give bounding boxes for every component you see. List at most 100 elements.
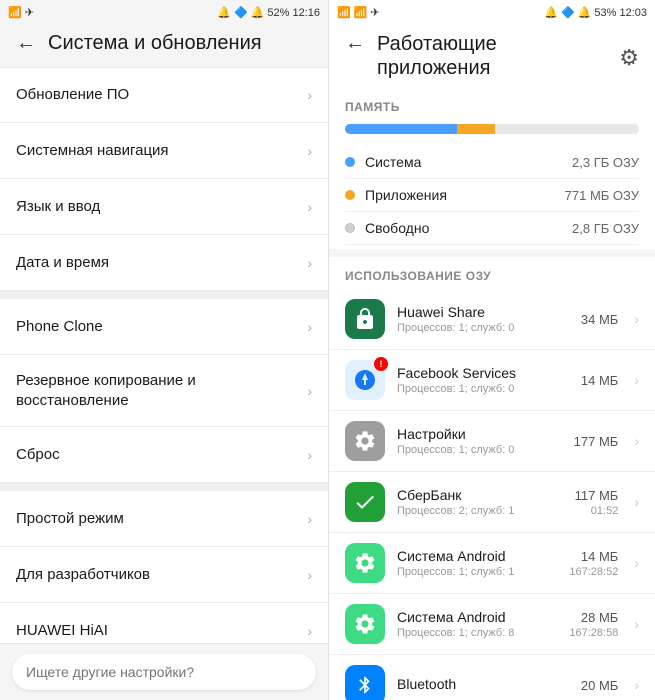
menu-item-simple-label: Простой режим [16, 509, 124, 529]
app-icon-bluetooth [345, 665, 385, 700]
chevron-icon: › [307, 623, 312, 639]
menu-item-backup-label: Резервное копирование и восстановление [16, 371, 307, 410]
menu-item-dev-label: Для разработчиков [16, 565, 150, 585]
app-name-sber: СберБанк [397, 487, 563, 503]
menu-item-nav[interactable]: Системная навигация › [0, 123, 328, 179]
chevron-icon: › [307, 319, 312, 335]
memory-legend-apps: Приложения 771 МБ ОЗУ [345, 179, 639, 212]
right-status-right: 🔔 🔷 🔔 53% 12:03 [544, 6, 647, 19]
memory-free-value: 2,8 ГБ ОЗУ [572, 221, 639, 236]
memory-legend-free: Свободно 2,8 ГБ ОЗУ [345, 212, 639, 245]
app-size-bluetooth: 20 МБ [581, 678, 618, 693]
icon-wrapper-bluetooth [345, 665, 385, 700]
section-divider [329, 249, 655, 257]
menu-item-simple[interactable]: Простой режим › [0, 491, 328, 547]
app-sub-android2: Процессов: 1; служб: 8 [397, 627, 557, 639]
airplane-icon: ✈ [25, 6, 34, 19]
app-sub-huawei-share: Процессов: 1; служб: 0 [397, 322, 569, 334]
icon-wrapper-settings [345, 421, 385, 461]
menu-gap [0, 291, 328, 299]
chevron-icon: › [307, 383, 312, 399]
app-info-android2: Система Android Процессов: 1; служб: 8 [397, 609, 557, 639]
app-info-sber: СберБанк Процессов: 2; служб: 1 [397, 487, 563, 517]
app-icon-android1 [345, 543, 385, 583]
app-time-android2: 167:28:58 [569, 627, 618, 639]
right-status-icons: 📶 📶 ✈ [337, 6, 380, 19]
icon-wrapper-android2 [345, 604, 385, 644]
chevron-icon: › [307, 511, 312, 527]
app-icon-settings [345, 421, 385, 461]
menu-item-dev[interactable]: Для разработчиков › [0, 547, 328, 603]
app-chevron-settings: › [634, 433, 639, 449]
app-chevron-facebook: › [634, 372, 639, 388]
memory-bar [345, 124, 639, 134]
alarm-icon: 🔔 [217, 6, 231, 19]
app-size-facebook: 14 МБ [581, 373, 618, 388]
right-back-button[interactable]: ← [345, 32, 365, 55]
app-item-facebook[interactable]: ! Facebook Services Процессов: 1; служб:… [329, 350, 655, 411]
dot-system [345, 157, 355, 167]
app-info-bluetooth: Bluetooth [397, 676, 569, 694]
menu-gap-2 [0, 483, 328, 491]
menu-item-nav-label: Системная навигация [16, 141, 169, 161]
menu-item-lang[interactable]: Язык и ввод › [0, 179, 328, 235]
app-name-huawei-share: Huawei Share [397, 304, 569, 320]
menu-item-reset-label: Сброс [16, 445, 60, 465]
app-size-android2: 28 МБ [581, 610, 618, 625]
app-chevron-bluetooth: › [634, 677, 639, 693]
app-item-settings[interactable]: Настройки Процессов: 1; служб: 0 177 МБ … [329, 411, 655, 472]
menu-item-datetime[interactable]: Дата и время › [0, 235, 328, 291]
app-name-android2: Система Android [397, 609, 557, 625]
menu-item-hiai[interactable]: HUAWEI HiAI › [0, 603, 328, 643]
app-right-huawei-share: 34 МБ [581, 312, 618, 327]
gear-settings-button[interactable]: ⚙ [619, 45, 639, 71]
app-item-huawei-share[interactable]: Huawei Share Процессов: 1; служб: 0 34 М… [329, 289, 655, 350]
menu-item-reset[interactable]: Сброс › [0, 427, 328, 483]
memory-bar-apps [457, 124, 495, 134]
left-header: ← Система и обновления [0, 24, 328, 67]
app-size-android1: 14 МБ [581, 549, 618, 564]
memory-legend: Система 2,3 ГБ ОЗУ Приложения 771 МБ ОЗУ… [329, 146, 655, 245]
right-page-title: Работающиеприложения [377, 32, 497, 80]
facebook-badge: ! [374, 357, 388, 371]
chevron-icon: › [307, 447, 312, 463]
menu-item-hiai-label: HUAWEI HiAI [16, 621, 108, 641]
left-status-bar: 📶 ✈ 🔔 🔷 🔔 52% 12:16 [0, 0, 328, 24]
memory-legend-apps-left: Приложения [345, 187, 447, 203]
icon-wrapper-android1 [345, 543, 385, 583]
memory-bar-system [345, 124, 457, 134]
app-right-android2: 28 МБ 167:28:58 [569, 610, 618, 639]
app-chevron-android1: › [634, 555, 639, 571]
app-icon-huawei-share [345, 299, 385, 339]
app-size-settings: 177 МБ [574, 434, 619, 449]
menu-item-backup[interactable]: Резервное копирование и восстановление › [0, 355, 328, 427]
app-item-sber[interactable]: СберБанк Процессов: 2; служб: 1 117 МБ 0… [329, 472, 655, 533]
chevron-icon: › [307, 87, 312, 103]
app-info-android1: Система Android Процессов: 1; служб: 1 [397, 548, 557, 578]
app-sub-android1: Процессов: 1; служб: 1 [397, 566, 557, 578]
menu-item-phoneclone[interactable]: Phone Clone › [0, 299, 328, 355]
icon-wrapper-huawei [345, 299, 385, 339]
left-page-title: Система и обновления [48, 32, 262, 55]
app-item-bluetooth[interactable]: Bluetooth 20 МБ › [329, 655, 655, 700]
menu-item-update[interactable]: Обновление ПО › [0, 67, 328, 123]
app-name-facebook: Facebook Services [397, 365, 569, 381]
app-item-android1[interactable]: Система Android Процессов: 1; служб: 1 1… [329, 533, 655, 594]
app-right-settings: 177 МБ [574, 434, 619, 449]
app-size-sber: 117 МБ [575, 488, 619, 503]
memory-section-label: ПАМЯТЬ [329, 92, 655, 120]
app-chevron-sber: › [634, 494, 639, 510]
app-item-android2[interactable]: Система Android Процессов: 1; служб: 8 2… [329, 594, 655, 655]
app-chevron-huawei-share: › [634, 311, 639, 327]
app-chevron-android2: › [634, 616, 639, 632]
left-status-icons: 📶 ✈ [8, 6, 34, 19]
app-sub-facebook: Процессов: 1; служб: 0 [397, 383, 569, 395]
dot-apps [345, 190, 355, 200]
ram-section-label: ИСПОЛЬЗОВАНИЕ ОЗУ [329, 261, 655, 289]
search-input[interactable] [12, 654, 316, 690]
chevron-icon: › [307, 199, 312, 215]
left-back-button[interactable]: ← [16, 32, 36, 55]
airplane-icon-right: ✈ [370, 6, 379, 19]
memory-legend-system-left: Система [345, 154, 421, 170]
right-battery: 🔔 53% 12:03 [578, 6, 647, 19]
